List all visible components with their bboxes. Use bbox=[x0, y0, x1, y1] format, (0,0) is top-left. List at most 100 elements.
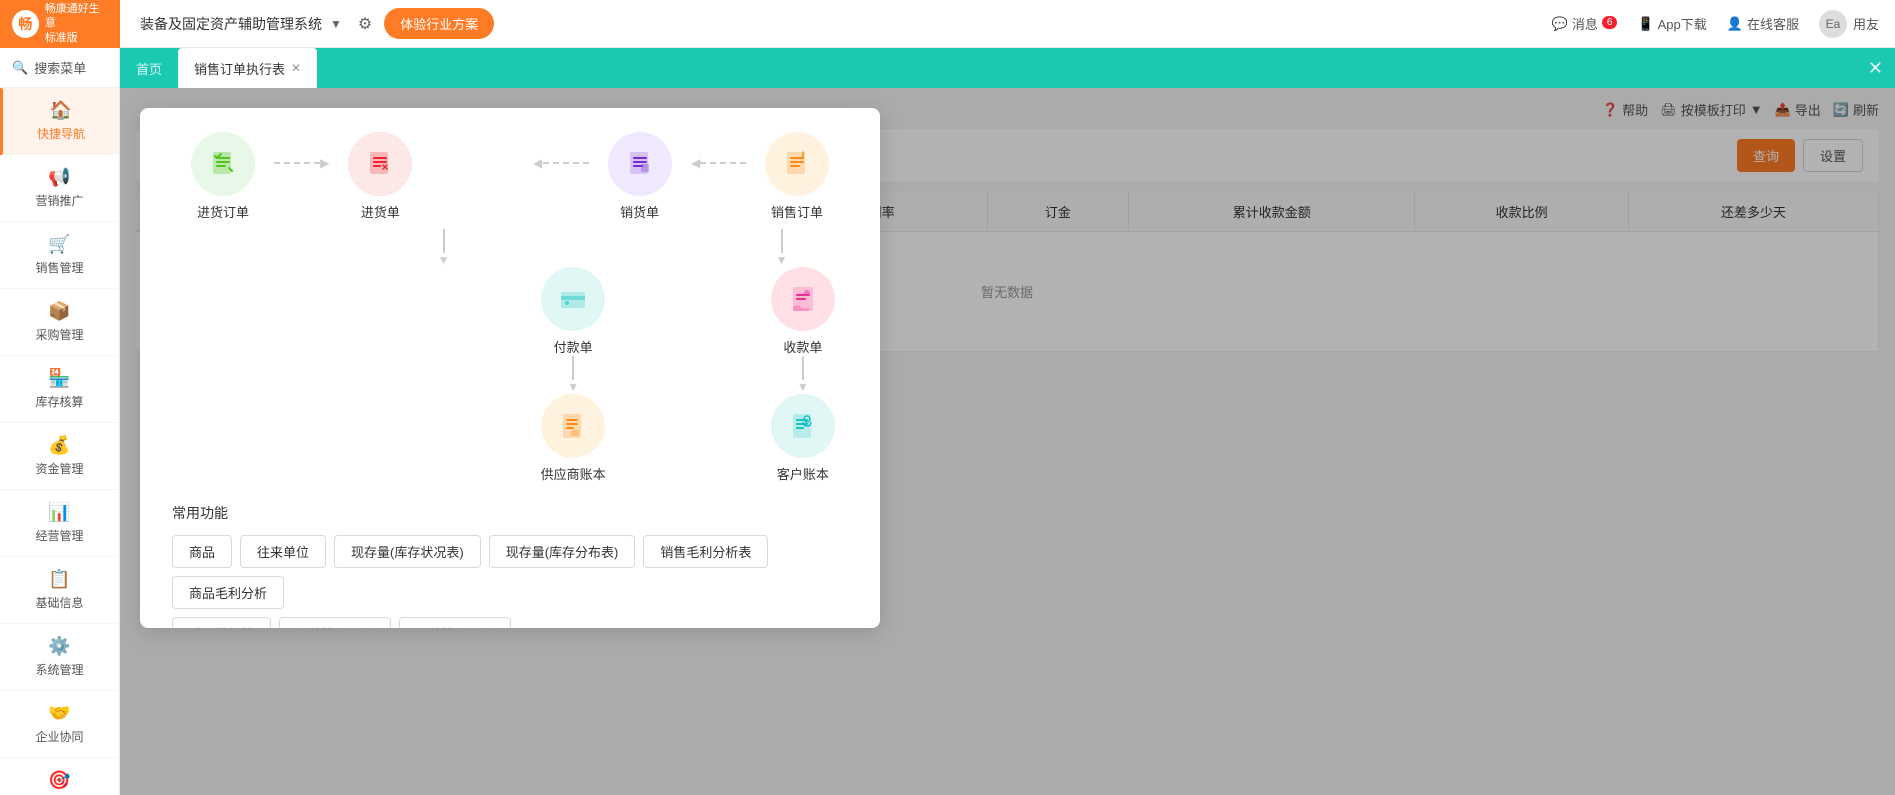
experience-btn[interactable]: 体验行业方案 bbox=[384, 8, 494, 39]
logo-icon: 畅 bbox=[12, 10, 39, 38]
sidebar-item-sales[interactable]: 🛒 销售管理 bbox=[0, 222, 119, 289]
sidebar-item-purchase[interactable]: 📦 采购管理 bbox=[0, 289, 119, 356]
user-name: 用友 bbox=[1853, 14, 1879, 33]
user-avatar: Ea bbox=[1819, 10, 1847, 38]
common-btn-sales-gross[interactable]: 销售毛利分析表 bbox=[643, 535, 768, 568]
flow-row-2: 付款单 bbox=[172, 267, 848, 356]
arrow-icon-3: ▶ bbox=[691, 156, 700, 170]
v-line-2 bbox=[781, 229, 783, 253]
sidebar-item-finance[interactable]: 💰 资金管理 bbox=[0, 423, 119, 490]
marketing-icon: 📢 bbox=[48, 167, 70, 188]
flow-connectors-vertical-1: ▼ ▼ bbox=[172, 229, 848, 267]
tab-close-btn[interactable]: ✕ bbox=[291, 61, 301, 75]
down-arrow-4: ▼ bbox=[797, 380, 809, 394]
flow-row-3: 供应商账本 bbox=[172, 394, 848, 483]
content-area: 首页 销售订单执行表 ✕ ✕ ❓ 帮助 🖨 按模板打印 ▼ bbox=[120, 48, 1895, 795]
tab-home[interactable]: 首页 bbox=[120, 48, 178, 88]
sidebar-item-inventory[interactable]: 🏪 库存核算 bbox=[0, 356, 119, 423]
online-service-btn[interactable]: 👤 在线客服 bbox=[1727, 14, 1799, 33]
common-btn-product[interactable]: 商品 bbox=[172, 535, 232, 568]
spacer-v2 bbox=[305, 229, 377, 267]
flow-node-purchase-order[interactable]: 进货订单 bbox=[172, 132, 274, 221]
receipt-label: 收款单 bbox=[783, 337, 822, 356]
common-buttons-row-1: 商品 往来单位 现存量(库存状况表) 现存量(库存分布表) 销售毛利分析表 商品… bbox=[172, 535, 848, 609]
purchase-bill-down-connector: ▼ bbox=[377, 229, 510, 267]
spacer-row3 bbox=[618, 394, 757, 483]
common-btn-product-gross[interactable]: 商品毛利分析 bbox=[172, 576, 284, 609]
app-icon: 📱 bbox=[1637, 16, 1653, 32]
flow-diagram: 进货订单 ▶ bbox=[172, 132, 848, 483]
sidebar-item-enterprise[interactable]: 🤝 企业协同 bbox=[0, 691, 119, 758]
enterprise-icon: 🤝 bbox=[48, 703, 70, 724]
tab-bar: 首页 销售订单执行表 ✕ ✕ bbox=[120, 48, 1895, 88]
popup-card: 进货订单 ▶ bbox=[140, 108, 880, 628]
message-badge: 6 bbox=[1602, 16, 1618, 29]
flow-node-payment[interactable]: 付款单 bbox=[528, 267, 618, 356]
flow-connectors-vertical-2: ▼ ▼ bbox=[172, 356, 848, 394]
down-arrow-3: ▼ bbox=[567, 380, 579, 394]
sales-icon: 🛒 bbox=[48, 234, 70, 255]
inventory-icon: 🏪 bbox=[48, 368, 70, 389]
logo-area: 畅 畅康通好生意 标准版 bbox=[0, 0, 120, 48]
flow-node-purchase-bill[interactable]: 进货单 bbox=[329, 132, 431, 221]
purchase-order-label: 进货订单 bbox=[197, 202, 249, 221]
common-btn-stock-dist[interactable]: 现存量(库存分布表) bbox=[489, 535, 636, 568]
connector-spacer-sales: ▶ bbox=[691, 156, 746, 170]
flow-row-1: 进货订单 ▶ bbox=[172, 132, 848, 221]
spacer-row2 bbox=[618, 267, 757, 356]
common-btn-partners[interactable]: 往来单位 bbox=[240, 535, 326, 568]
spacer-v3 bbox=[510, 229, 643, 267]
service-icon: 👤 bbox=[1727, 16, 1743, 32]
finance-icon: 💰 bbox=[48, 435, 70, 456]
message-btn[interactable]: 💬 消息 6 bbox=[1552, 14, 1618, 33]
system-dropdown-btn[interactable]: ▼ bbox=[330, 17, 342, 31]
common-btn-stock-status[interactable]: 现存量(库存状况表) bbox=[334, 535, 481, 568]
sidebar-item-marketing[interactable]: 📢 营销推广 bbox=[0, 155, 119, 222]
popup-overlay: 进货订单 ▶ bbox=[120, 88, 1895, 795]
sidebar-item-system[interactable]: ⚙️ 系统管理 bbox=[0, 624, 119, 691]
tab-close-all-btn[interactable]: ✕ bbox=[1856, 58, 1895, 79]
message-icon: 💬 bbox=[1552, 16, 1568, 32]
main-layout: 🔍 搜索菜单 🏠 快捷导航 📢 营销推广 🛒 销售管理 📦 采购管理 🏪 库存核… bbox=[0, 48, 1895, 795]
arrow-icon-2: ▶ bbox=[533, 156, 542, 170]
common-btn-receipt-stat[interactable]: 收款情况统计 bbox=[279, 617, 391, 628]
top-header: 畅 畅康通好生意 标准版 装备及固定资产辅助管理系统 ▼ ⚙ 体验行业方案 💬 … bbox=[0, 0, 1895, 48]
sidebar-search[interactable]: 🔍 搜索菜单 bbox=[0, 48, 119, 88]
logo-text: 畅康通好生意 标准版 bbox=[45, 2, 108, 45]
receipt-down-connector: ▼ bbox=[758, 356, 848, 394]
flow-circle-sales-bill bbox=[608, 132, 672, 196]
sidebar-item-newbie[interactable]: 🎯 新手引导 bbox=[0, 758, 119, 795]
common-btn-sales-rank[interactable]: 销售排行榜 bbox=[172, 617, 271, 628]
flow-circle-payment bbox=[541, 267, 605, 331]
spacer-v1 bbox=[172, 229, 305, 267]
search-icon: 🔍 bbox=[12, 60, 28, 76]
spacer-v4 bbox=[643, 229, 715, 267]
settings-icon-btn[interactable]: ⚙ bbox=[358, 14, 372, 34]
system-icon: ⚙️ bbox=[48, 636, 70, 657]
v-line-4 bbox=[802, 356, 804, 380]
sidebar-item-operation[interactable]: 📊 经营管理 bbox=[0, 490, 119, 557]
flow-node-sales-bill[interactable]: 销货单 bbox=[589, 132, 691, 221]
common-functions-title: 常用功能 bbox=[172, 503, 848, 523]
flow-circle-customer bbox=[771, 394, 835, 458]
common-functions-section: 常用功能 商品 往来单位 现存量(库存状况表) 现存量(库存分布表) 销售毛利分… bbox=[172, 503, 848, 628]
sidebar-item-basic[interactable]: 📋 基础信息 bbox=[0, 557, 119, 624]
newbie-icon: 🎯 bbox=[48, 770, 70, 791]
sales-bill-down-connector: ▼ bbox=[715, 229, 848, 267]
tab-sales-order[interactable]: 销售订单执行表 ✕ bbox=[178, 48, 317, 88]
purchase-bill-label: 进货单 bbox=[361, 202, 400, 221]
payment-down-connector: ▼ bbox=[528, 356, 618, 394]
down-arrow-1: ▼ bbox=[438, 253, 450, 267]
sidebar-item-quick-nav[interactable]: 🏠 快捷导航 bbox=[3, 88, 119, 155]
flow-node-customer-ledger[interactable]: 客户账本 bbox=[758, 394, 848, 483]
app-download-btn[interactable]: 📱 App下载 bbox=[1637, 14, 1706, 33]
flow-node-supplier-ledger[interactable]: 供应商账本 bbox=[528, 394, 618, 483]
v-line-1 bbox=[443, 229, 445, 253]
sidebar: 🔍 搜索菜单 🏠 快捷导航 📢 营销推广 🛒 销售管理 📦 采购管理 🏪 库存核… bbox=[0, 48, 120, 795]
page-content: ❓ 帮助 🖨 按模板打印 ▼ 📤 导出 🔄 刷新 bbox=[120, 88, 1895, 795]
common-btn-payment-stat[interactable]: 付款情况统计 bbox=[399, 617, 511, 628]
quick-nav-icon: 🏠 bbox=[50, 100, 72, 121]
flow-node-receipt[interactable]: 收款单 bbox=[758, 267, 848, 356]
flow-node-sales-order[interactable]: 销售订单 bbox=[746, 132, 848, 221]
supplier-ledger-label: 供应商账本 bbox=[541, 464, 606, 483]
